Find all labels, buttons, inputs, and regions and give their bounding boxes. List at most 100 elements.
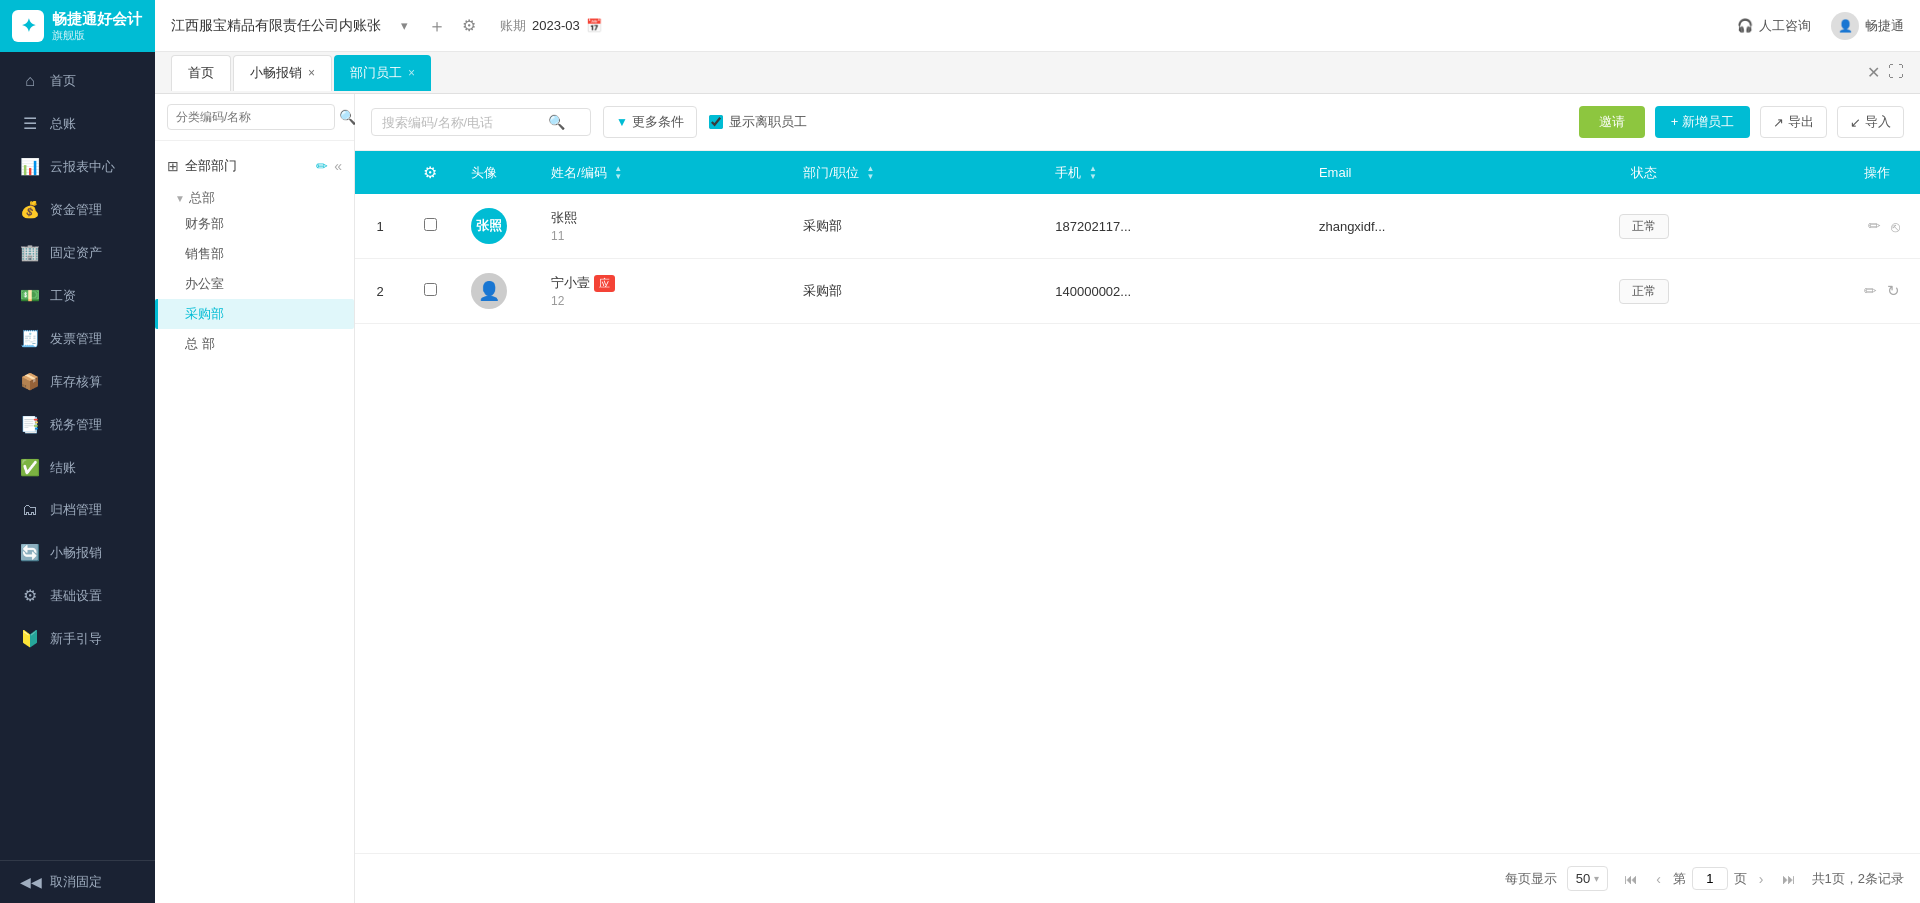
- app-logo-icon: ✦: [12, 10, 44, 42]
- tab-expense-close[interactable]: ×: [308, 66, 315, 80]
- cell-department: 采购部: [787, 194, 1039, 259]
- tab-expense[interactable]: 小畅报销 ×: [233, 55, 332, 91]
- cell-checkbox[interactable]: [405, 194, 455, 259]
- expense-icon: 🔄: [20, 543, 40, 562]
- tab-home[interactable]: 首页: [171, 55, 231, 91]
- avatar: 👤: [1831, 12, 1859, 40]
- inventory-icon: 📦: [20, 372, 40, 391]
- sidebar-item-cloud-reports[interactable]: 📊 云报表中心: [0, 145, 155, 188]
- category-search-input[interactable]: [167, 104, 335, 130]
- sidebar-item-archive[interactable]: 🗂 归档管理: [0, 489, 155, 531]
- th-department[interactable]: 部门/职位 ▲▼: [787, 151, 1039, 194]
- per-page-arrow-icon: ▾: [1594, 873, 1599, 884]
- tree-parent-zongbu[interactable]: ▼ 总部: [155, 183, 354, 209]
- th-name-label: 姓名/编码: [551, 165, 607, 180]
- left-search: 🔍: [155, 94, 354, 141]
- row-checkbox[interactable]: [424, 283, 437, 296]
- show-resigned-checkbox[interactable]: 显示离职员工: [709, 113, 807, 131]
- row-checkbox[interactable]: [424, 218, 437, 231]
- phone-sort-icon[interactable]: ▲▼: [1089, 165, 1097, 181]
- sidebar-item-invoice[interactable]: 🧾 发票管理: [0, 317, 155, 360]
- th-phone-label: 手机: [1055, 165, 1081, 180]
- cloud-reports-icon: 📊: [20, 157, 40, 176]
- sidebar-item-home[interactable]: ⌂ 首页: [0, 60, 155, 102]
- name-sort-icon[interactable]: ▲▼: [614, 165, 622, 181]
- pager-next-icon[interactable]: ›: [1753, 869, 1770, 889]
- all-departments-root[interactable]: ⊞ 全部部门 ✏ «: [155, 149, 354, 183]
- th-settings[interactable]: ⚙: [405, 151, 455, 194]
- sidebar-item-fixed-assets[interactable]: 🏢 固定资产: [0, 231, 155, 274]
- tree-child-finance[interactable]: 财务部: [155, 209, 354, 239]
- sidebar-item-tax[interactable]: 📑 税务管理: [0, 403, 155, 446]
- tabbar: 首页 小畅报销 × 部门员工 × ✕ ⛶: [155, 52, 1920, 94]
- tab-department-employee[interactable]: 部门员工 ×: [334, 55, 431, 91]
- pager-prev-icon[interactable]: ‹: [1650, 869, 1667, 889]
- logout-icon[interactable]: ⎋: [1891, 218, 1900, 235]
- sidebar-item-fund-management[interactable]: 💰 资金管理: [0, 188, 155, 231]
- close-window-icon[interactable]: ✕: [1867, 63, 1880, 82]
- sidebar-item-guide[interactable]: 🔰 新手引导: [0, 617, 155, 660]
- filter-icon: ▼: [616, 115, 628, 129]
- invite-button[interactable]: 邀请: [1579, 106, 1645, 138]
- import-button[interactable]: ↙ 导入: [1837, 106, 1904, 138]
- sidebar-logo: ✦ 畅捷通好会计 旗舰版: [0, 0, 155, 52]
- topbar-right: 🎧 人工咨询 👤 畅捷通: [1737, 12, 1904, 40]
- export-button[interactable]: ↗ 导出: [1760, 106, 1827, 138]
- cell-checkbox[interactable]: [405, 259, 455, 324]
- filter-button[interactable]: ▼ 更多条件: [603, 106, 697, 138]
- sidebar-unpin-button[interactable]: ◀◀ 取消固定: [0, 860, 155, 903]
- show-resigned-input[interactable]: [709, 115, 723, 129]
- th-name[interactable]: 姓名/编码 ▲▼: [535, 151, 787, 194]
- cell-email: zhangxidf...: [1303, 194, 1544, 259]
- column-settings-icon[interactable]: ⚙: [423, 164, 437, 181]
- tree-collapse-icon[interactable]: «: [334, 158, 342, 174]
- sidebar-item-expense[interactable]: 🔄 小畅报销: [0, 531, 155, 574]
- edit-icon[interactable]: ✏: [1864, 282, 1877, 300]
- edit-icon[interactable]: ✏: [1868, 217, 1881, 235]
- company-dropdown-icon[interactable]: ▾: [401, 18, 408, 33]
- cell-name: 张熙11: [535, 194, 787, 259]
- cell-phone: 187202117...: [1039, 194, 1303, 259]
- sidebar-item-inventory[interactable]: 📦 库存核算: [0, 360, 155, 403]
- company-name: 江西服宝精品有限责任公司内账张: [171, 17, 381, 35]
- sidebar-item-checkout[interactable]: ✅ 结账: [0, 446, 155, 489]
- calendar-icon[interactable]: 📅: [586, 18, 602, 33]
- cell-name: 宁小壹应12: [535, 259, 787, 324]
- pager-total: 共1页，2条记录: [1812, 870, 1904, 888]
- tree-child-general[interactable]: 总 部: [155, 329, 354, 359]
- department-tree: ⊞ 全部部门 ✏ « ▼ 总部 财务部 销售部 办公室 采购部 总 部: [155, 141, 354, 903]
- maximize-icon[interactable]: ⛶: [1888, 63, 1904, 82]
- th-phone[interactable]: 手机 ▲▼: [1039, 151, 1303, 194]
- sidebar-item-basic-settings[interactable]: ⚙ 基础设置: [0, 574, 155, 617]
- export-icon: ↗: [1773, 115, 1784, 130]
- dept-sort-icon[interactable]: ▲▼: [866, 165, 874, 181]
- tree-edit-icon[interactable]: ✏: [316, 158, 328, 174]
- topbar-settings-icon[interactable]: ⚙: [462, 16, 476, 35]
- per-page-select[interactable]: 50 ▾: [1567, 866, 1608, 891]
- refresh-icon[interactable]: ↻: [1887, 282, 1900, 300]
- search-icon[interactable]: 🔍: [339, 109, 356, 125]
- sidebar-item-general-ledger[interactable]: ☰ 总账: [0, 102, 155, 145]
- tree-child-purchasing[interactable]: 采购部: [155, 299, 354, 329]
- grid-icon: ⊞: [167, 158, 179, 174]
- right-panel: 🔍 ▼ 更多条件 显示离职员工 邀请 + 新增员工 ↗ 导出: [355, 94, 1920, 903]
- settings-icon: ⚙: [20, 586, 40, 605]
- table-row: 1张照张熙11采购部187202117...zhangxidf...正常✏⎋: [355, 194, 1920, 259]
- cell-status: 正常: [1544, 259, 1744, 324]
- tab-department-close[interactable]: ×: [408, 66, 415, 80]
- pager-first-icon[interactable]: ⏮: [1618, 869, 1644, 889]
- cell-index: 2: [355, 259, 405, 324]
- tree-child-office[interactable]: 办公室: [155, 269, 354, 299]
- status-badge: 正常: [1619, 279, 1669, 304]
- tab-expand-buttons: ✕ ⛶: [1867, 63, 1904, 82]
- tree-child-sales[interactable]: 销售部: [155, 239, 354, 269]
- pager-last-icon[interactable]: ⏭: [1776, 869, 1802, 889]
- add-employee-button[interactable]: + 新增员工: [1655, 106, 1750, 138]
- search-icon[interactable]: 🔍: [548, 114, 565, 130]
- service-button[interactable]: 🎧 人工咨询: [1737, 17, 1811, 35]
- user-menu[interactable]: 👤 畅捷通: [1831, 12, 1904, 40]
- sidebar-item-salary[interactable]: 💵 工资: [0, 274, 155, 317]
- employee-search-input[interactable]: [382, 115, 542, 130]
- add-company-icon[interactable]: ＋: [428, 14, 446, 38]
- pager-page-input[interactable]: [1692, 867, 1728, 890]
